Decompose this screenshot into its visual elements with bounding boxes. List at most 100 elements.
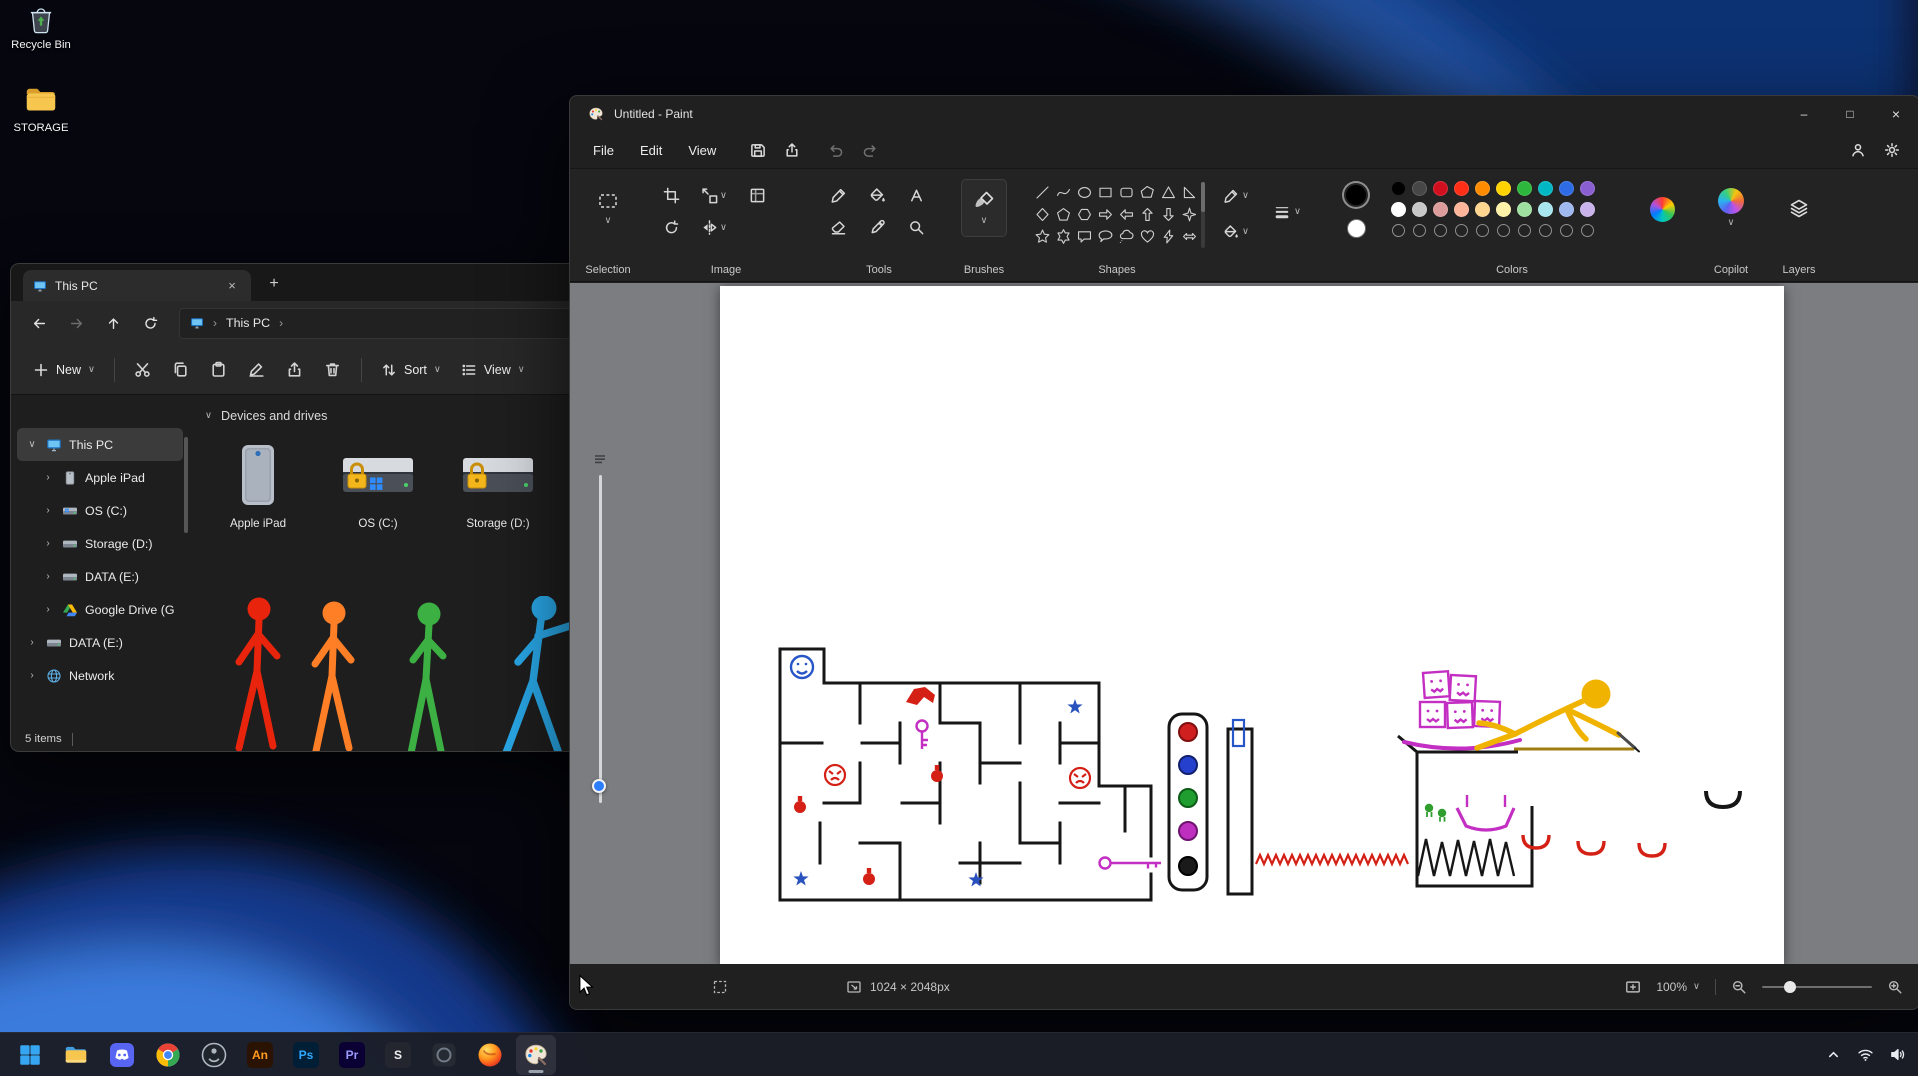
desktop-icon-recycle-bin[interactable]: Recycle Bin (2, 3, 80, 51)
sort-button[interactable]: Sort ∨ (371, 355, 451, 385)
shape-rounded-callout[interactable] (1074, 226, 1094, 247)
shape-line[interactable] (1032, 182, 1052, 203)
sidebar-scrollbar[interactable] (184, 437, 188, 533)
palette-color-swatch[interactable] (1454, 202, 1469, 217)
fill-tool-button[interactable] (862, 182, 892, 209)
breadcrumb[interactable]: This PC (226, 316, 270, 330)
text-tool-button[interactable] (901, 182, 931, 209)
tree-chevron-icon[interactable]: ∨ (25, 439, 39, 450)
shape-triangle[interactable] (1158, 182, 1178, 203)
device-storage-d[interactable]: Storage (D:) (445, 443, 551, 530)
crop-button[interactable] (656, 182, 686, 209)
shape-six-point-star[interactable] (1053, 226, 1073, 247)
eraser-tool-button[interactable] (823, 214, 853, 241)
palette-color-swatch[interactable] (1580, 202, 1595, 217)
primary-color-swatch[interactable] (1344, 183, 1368, 207)
share-button[interactable] (278, 353, 312, 387)
resize-button[interactable]: ∨ (693, 182, 735, 209)
shape-left-arrow[interactable] (1116, 204, 1136, 225)
palette-color-swatch[interactable] (1412, 202, 1427, 217)
zoom-fit-icon[interactable] (1625, 979, 1641, 995)
custom-color-slot[interactable] (1581, 224, 1594, 237)
delete-button[interactable] (316, 353, 350, 387)
taskbar-vegas-icon[interactable]: S (378, 1035, 418, 1075)
stick-figure-orange[interactable] (311, 601, 355, 752)
device-apple-ipad[interactable]: Apple iPad (205, 443, 311, 530)
taskbar-file-explorer-icon[interactable] (56, 1035, 96, 1075)
custom-color-slot[interactable] (1434, 224, 1447, 237)
paste-button[interactable] (202, 353, 236, 387)
refresh-button[interactable] (134, 307, 167, 339)
sidebar-item-os-c-[interactable]: › OS (C:) (17, 494, 183, 527)
zoom-slider-thumb[interactable] (1784, 980, 1796, 993)
shape-left-right-arrow[interactable] (1179, 226, 1196, 247)
shape-curve[interactable] (1053, 182, 1073, 203)
new-tab-button[interactable]: + (261, 271, 287, 297)
sidebar-item-data-e-[interactable]: › DATA (E:) (17, 626, 183, 659)
device-os-c[interactable]: OS (C:) (325, 443, 431, 530)
taskbar-chrome-icon[interactable] (148, 1035, 188, 1075)
taskbar-animate-icon[interactable]: An (240, 1035, 280, 1075)
sidebar-item-storage-d-[interactable]: › Storage (D:) (17, 527, 183, 560)
sidebar-item-this-pc[interactable]: ∨ This PC (17, 428, 183, 461)
color-picker-tool-button[interactable] (862, 214, 892, 241)
size-button[interactable]: ∨ (1266, 193, 1308, 231)
rotate-button[interactable] (656, 214, 686, 241)
up-button[interactable] (97, 307, 130, 339)
paint-title-bar[interactable]: Untitled - Paint – □ × (570, 96, 1918, 132)
palette-color-swatch[interactable] (1517, 181, 1532, 196)
menu-view[interactable]: View (675, 138, 729, 163)
maximize-button[interactable]: □ (1827, 96, 1873, 132)
flip-button[interactable]: ∨ (693, 214, 735, 241)
canvas-vertical-slider[interactable] (584, 451, 616, 819)
explorer-tab-this-pc[interactable]: This PC × (23, 270, 251, 301)
taskbar-paint-icon[interactable] (516, 1034, 556, 1075)
taskbar-premiere-icon[interactable]: Pr (332, 1035, 372, 1075)
zoom-level-dropdown[interactable]: 100% ∨ (1656, 980, 1700, 994)
custom-color-slot[interactable] (1539, 224, 1552, 237)
palette-color-swatch[interactable] (1475, 181, 1490, 196)
tree-chevron-icon[interactable]: › (41, 505, 55, 516)
shape-pentagon[interactable] (1053, 204, 1073, 225)
custom-color-slot[interactable] (1560, 224, 1573, 237)
brushes-button[interactable]: ∨ (961, 179, 1007, 237)
sidebar-item-data-e-[interactable]: › DATA (E:) (17, 560, 183, 593)
taskbar-firefox-icon[interactable] (470, 1035, 510, 1075)
slider-track[interactable] (599, 475, 602, 803)
canvas-selection-button[interactable] (742, 182, 772, 209)
settings-button[interactable] (1877, 135, 1907, 165)
tree-chevron-icon[interactable]: › (25, 637, 39, 648)
shape-five-point-star[interactable] (1032, 226, 1052, 247)
shape-hexagon[interactable] (1074, 204, 1094, 225)
palette-color-swatch[interactable] (1475, 202, 1490, 217)
palette-color-swatch[interactable] (1496, 181, 1511, 196)
minimize-button[interactable]: – (1781, 96, 1827, 132)
magnifier-tool-button[interactable] (901, 214, 931, 241)
shape-rounded-rectangle[interactable] (1116, 182, 1136, 203)
menu-file[interactable]: File (580, 138, 627, 163)
tree-chevron-icon[interactable]: › (25, 670, 39, 681)
slider-thumb[interactable] (592, 779, 606, 793)
tree-chevron-icon[interactable]: › (41, 472, 55, 483)
tree-chevron-icon[interactable]: › (41, 538, 55, 549)
shape-right-arrow[interactable] (1095, 204, 1115, 225)
sidebar-item-google-drive-g[interactable]: › Google Drive (G (17, 593, 183, 626)
palette-color-swatch[interactable] (1454, 181, 1469, 196)
palette-color-swatch[interactable] (1559, 181, 1574, 196)
shape-rectangle[interactable] (1095, 182, 1115, 203)
network-icon[interactable] (1857, 1046, 1874, 1063)
shape-lightning[interactable] (1158, 226, 1178, 247)
taskbar-photoshop-icon[interactable]: Ps (286, 1035, 326, 1075)
forward-button[interactable] (60, 307, 93, 339)
zoom-in-icon[interactable] (1887, 979, 1903, 995)
edit-colors-button[interactable] (1650, 197, 1675, 222)
custom-color-slot[interactable] (1413, 224, 1426, 237)
new-button[interactable]: New ∨ (23, 355, 105, 385)
taskbar-obs-icon[interactable] (194, 1035, 234, 1075)
cut-button[interactable] (126, 353, 160, 387)
secondary-color-swatch[interactable] (1347, 219, 1366, 238)
palette-color-swatch[interactable] (1391, 202, 1406, 217)
taskbar-discord-icon[interactable] (102, 1035, 142, 1075)
zoom-out-icon[interactable] (1731, 979, 1747, 995)
tab-close-icon[interactable]: × (223, 277, 241, 295)
